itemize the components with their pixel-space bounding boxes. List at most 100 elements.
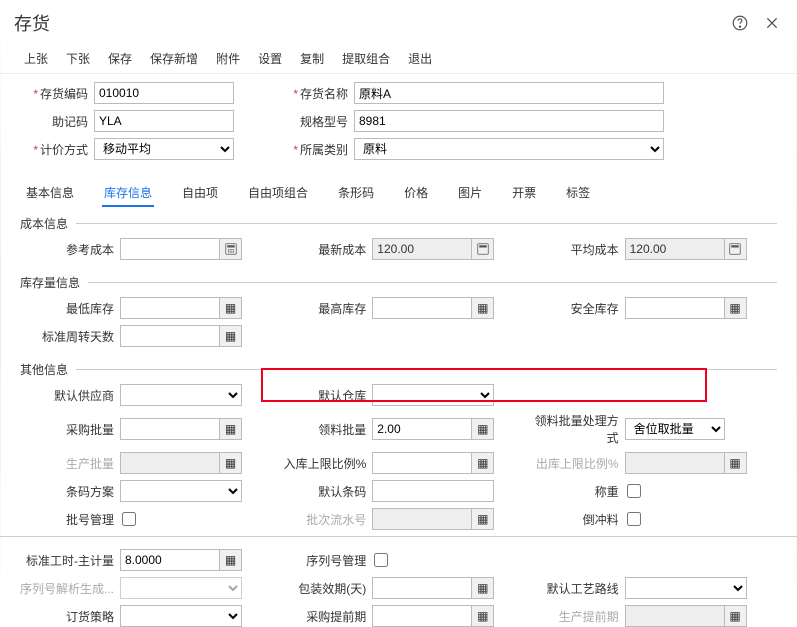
barcode-scheme-select[interactable]	[120, 480, 242, 502]
batch-mgmt-label: 批号管理	[20, 511, 120, 528]
batch-serial-label: 批次流水号	[272, 511, 372, 528]
batch-mgmt-checkbox[interactable]	[122, 512, 136, 526]
pick-batch-label: 领料批量	[272, 421, 372, 438]
help-icon[interactable]	[729, 12, 751, 34]
min-stock-input[interactable]	[120, 297, 220, 319]
category-select[interactable]: 原料	[354, 138, 664, 160]
max-stock-label: 最高库存	[272, 300, 372, 317]
toolbar-4[interactable]: 附件	[216, 50, 240, 67]
spec-label: 规格型号	[284, 113, 354, 130]
min-stock-label: 最低库存	[20, 300, 120, 317]
tab-7[interactable]: 开票	[510, 180, 538, 207]
reverse-checkbox[interactable]	[627, 512, 641, 526]
purchase-lead-input[interactable]	[372, 605, 472, 627]
tab-3[interactable]: 自由项组合	[246, 180, 310, 207]
max-stock-input[interactable]	[372, 297, 472, 319]
pick-batch-input[interactable]	[372, 418, 472, 440]
ref-cost-label: 参考成本	[20, 241, 120, 258]
tab-5[interactable]: 价格	[402, 180, 430, 207]
toolbar-6[interactable]: 复制	[300, 50, 324, 67]
safe-stock-input[interactable]	[625, 297, 725, 319]
pick-method-label: 领料批量处理方式	[525, 412, 625, 446]
order-policy-label: 订货策略	[20, 608, 120, 625]
calculator-icon[interactable]: ▦	[220, 549, 242, 571]
turnover-label: 标准周转天数	[20, 328, 120, 345]
toolbar-7[interactable]: 提取组合	[342, 50, 390, 67]
warehouse-label: 默认仓库	[272, 387, 372, 404]
calculator-icon[interactable]: ▦	[472, 418, 494, 440]
safe-stock-label: 安全库存	[525, 300, 625, 317]
tab-0[interactable]: 基本信息	[24, 180, 76, 207]
calculator-icon[interactable]: ▦	[220, 297, 242, 319]
prod-lead-label: 生产提前期	[525, 608, 625, 625]
prod-batch-input	[120, 452, 220, 474]
weigh-checkbox[interactable]	[627, 484, 641, 498]
toolbar-0[interactable]: 上张	[24, 50, 48, 67]
calculator-icon[interactable]: ▦	[472, 297, 494, 319]
calculator-icon[interactable]	[220, 238, 242, 260]
tab-6[interactable]: 图片	[456, 180, 484, 207]
calculator-icon[interactable]: ▦	[220, 418, 242, 440]
mnemonic-input[interactable]	[94, 110, 234, 132]
calculator-icon: ▦	[725, 452, 747, 474]
calculator-icon[interactable]: ▦	[472, 452, 494, 474]
order-policy-select[interactable]	[120, 605, 242, 627]
toolbar-2[interactable]: 保存	[108, 50, 132, 67]
purchase-batch-input[interactable]	[120, 418, 220, 440]
mnemonic-label: 助记码	[24, 113, 94, 130]
batch-serial-input	[372, 508, 472, 530]
calculator-icon[interactable]	[725, 238, 747, 260]
pricing-select[interactable]: 移动平均	[94, 138, 234, 160]
serial-mgmt-checkbox[interactable]	[374, 553, 388, 567]
warehouse-select[interactable]	[372, 384, 494, 406]
name-input[interactable]	[354, 82, 664, 104]
calculator-icon[interactable]: ▦	[472, 605, 494, 627]
calculator-icon[interactable]: ▦	[472, 577, 494, 599]
toolbar-3[interactable]: 保存新增	[150, 50, 198, 67]
pick-method-select[interactable]: 舍位取批量	[625, 418, 725, 440]
cost-section-title: 成本信息	[20, 215, 68, 232]
tab-8[interactable]: 标签	[564, 180, 592, 207]
stock-section-title: 库存量信息	[20, 274, 80, 291]
calculator-icon: ▦	[725, 605, 747, 627]
serial-parse-select	[120, 577, 242, 599]
route-label: 默认工艺路线	[525, 580, 625, 597]
prod-lead-input	[625, 605, 725, 627]
tab-1[interactable]: 库存信息	[102, 180, 154, 207]
in-limit-label: 入库上限比例%	[272, 455, 372, 472]
tab-4[interactable]: 条形码	[336, 180, 376, 207]
latest-cost-label: 最新成本	[272, 241, 372, 258]
std-hour-label: 标准工时-主计量	[20, 552, 120, 569]
code-label: 存货编码	[24, 85, 94, 102]
out-limit-input	[625, 452, 725, 474]
calculator-icon[interactable]: ▦	[725, 297, 747, 319]
purchase-lead-label: 采购提前期	[272, 608, 372, 625]
in-limit-input[interactable]	[372, 452, 472, 474]
prod-batch-label: 生产批量	[20, 455, 120, 472]
ref-cost-input[interactable]	[120, 238, 220, 260]
name-label: 存货名称	[284, 85, 354, 102]
code-input[interactable]	[94, 82, 234, 104]
turnover-input[interactable]	[120, 325, 220, 347]
other-section-title: 其他信息	[20, 361, 68, 378]
toolbar-5[interactable]: 设置	[258, 50, 282, 67]
tab-2[interactable]: 自由项	[180, 180, 220, 207]
supplier-select[interactable]	[120, 384, 242, 406]
pkg-exp-input[interactable]	[372, 577, 472, 599]
out-limit-label: 出库上限比例%	[525, 455, 625, 472]
reverse-label: 倒冲料	[525, 511, 625, 528]
page-title: 存货	[14, 10, 50, 36]
latest-cost-input	[372, 238, 472, 260]
toolbar-8[interactable]: 退出	[408, 50, 432, 67]
spec-input[interactable]	[354, 110, 664, 132]
close-icon[interactable]	[761, 12, 783, 34]
toolbar-1[interactable]: 下张	[66, 50, 90, 67]
pricing-label: 计价方式	[24, 141, 94, 158]
route-select[interactable]	[625, 577, 747, 599]
default-barcode-input[interactable]	[372, 480, 494, 502]
std-hour-input[interactable]	[120, 549, 220, 571]
calculator-icon[interactable]	[472, 238, 494, 260]
supplier-label: 默认供应商	[20, 387, 120, 404]
calculator-icon[interactable]: ▦	[220, 325, 242, 347]
weigh-label: 称重	[525, 483, 625, 500]
